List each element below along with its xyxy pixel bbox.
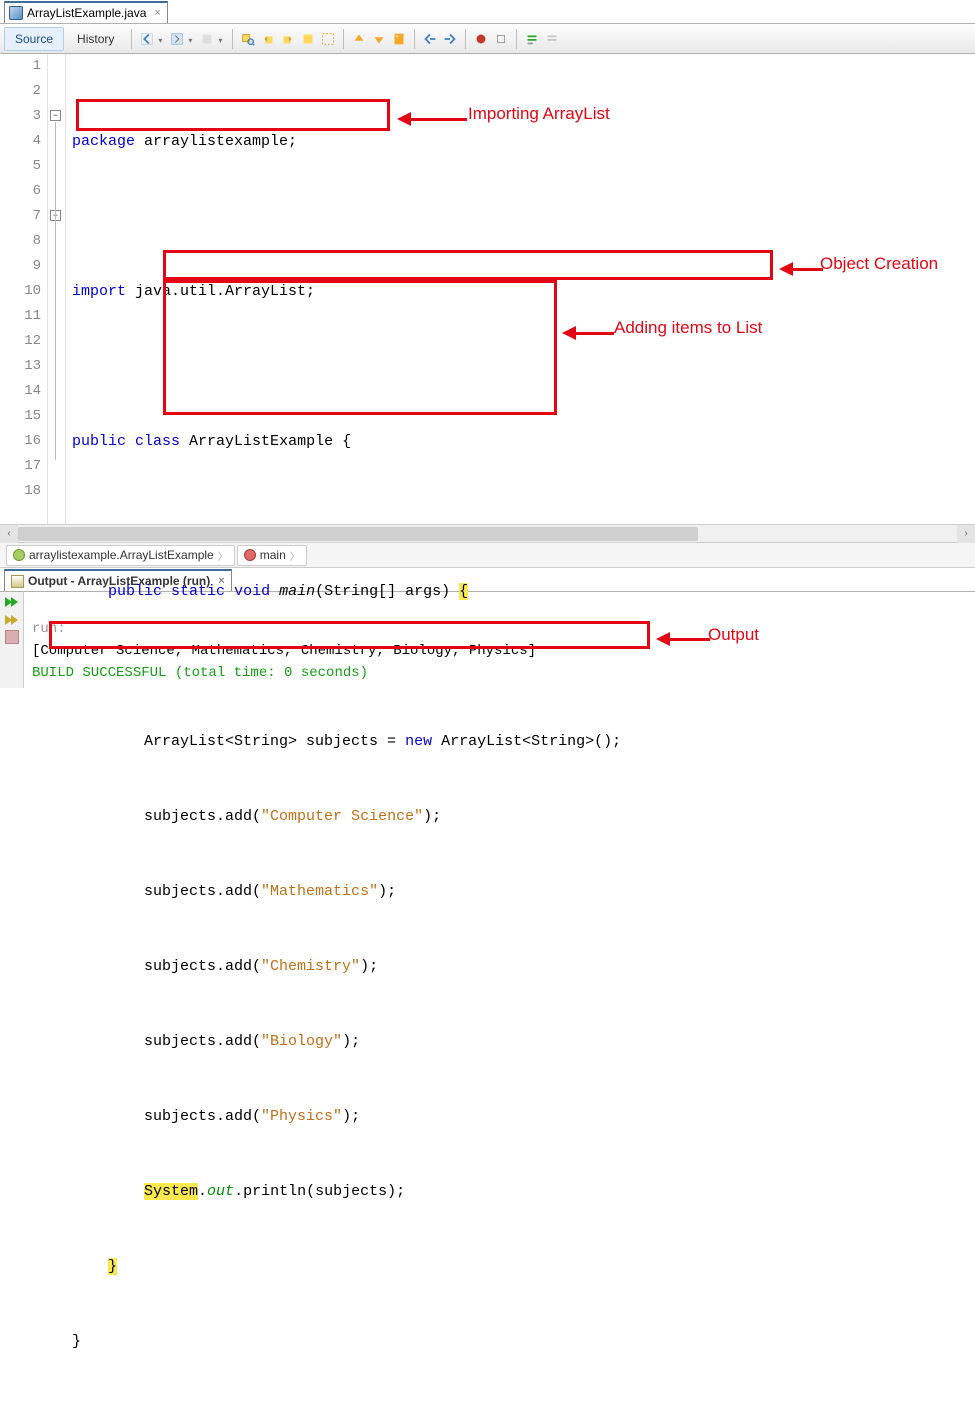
prev-bookmark-icon[interactable] bbox=[350, 30, 368, 48]
scroll-thumb[interactable] bbox=[18, 527, 698, 541]
scroll-right-button[interactable]: › bbox=[957, 525, 975, 543]
toggle-bookmark-icon[interactable] bbox=[390, 30, 408, 48]
dropdown-icon[interactable] bbox=[218, 32, 226, 46]
close-icon[interactable]: × bbox=[154, 7, 160, 19]
uncomment-icon[interactable] bbox=[543, 30, 561, 48]
separator bbox=[343, 29, 344, 49]
file-tab[interactable]: ArrayListExample.java × bbox=[4, 1, 168, 23]
toggle-highlight-icon[interactable] bbox=[299, 30, 317, 48]
dropdown-icon[interactable] bbox=[158, 32, 166, 46]
dropdown-icon[interactable] bbox=[188, 32, 196, 46]
stop-macro-icon[interactable] bbox=[492, 30, 510, 48]
editor-tab-strip: ArrayListExample.java × bbox=[0, 0, 975, 24]
annotation-label: Importing ArrayList bbox=[468, 104, 610, 124]
output-gutter bbox=[0, 592, 24, 688]
class-icon bbox=[13, 549, 25, 561]
back-icon[interactable] bbox=[138, 30, 156, 48]
annotation-label: Adding items to List bbox=[614, 318, 762, 338]
separator bbox=[516, 29, 517, 49]
code-editor[interactable]: 123456789101112131415161718 − − package … bbox=[0, 54, 975, 524]
separator bbox=[465, 29, 466, 49]
rerun-icon[interactable] bbox=[4, 594, 20, 610]
selection-icon[interactable] bbox=[198, 30, 216, 48]
start-macro-icon[interactable] bbox=[472, 30, 490, 48]
find-selection-icon[interactable] bbox=[239, 30, 257, 48]
forward-icon[interactable] bbox=[168, 30, 186, 48]
java-file-icon bbox=[9, 6, 23, 20]
separator bbox=[414, 29, 415, 49]
fold-gutter: − − bbox=[48, 54, 66, 524]
annotation-label: Output bbox=[708, 625, 759, 645]
shift-left-icon[interactable] bbox=[421, 30, 439, 48]
output-panel: run: [Computer Science, Mathematics, Che… bbox=[0, 592, 975, 688]
next-bookmark-icon[interactable] bbox=[370, 30, 388, 48]
separator bbox=[131, 29, 132, 49]
source-mode-button[interactable]: Source bbox=[4, 27, 64, 51]
stop-icon[interactable] bbox=[5, 630, 19, 644]
annotation-label: Object Creation bbox=[820, 254, 938, 274]
rerun-debug-icon[interactable] bbox=[4, 612, 20, 628]
separator bbox=[232, 29, 233, 49]
output-line: [Computer Science, Mathematics, Chemistr… bbox=[32, 643, 536, 659]
output-icon bbox=[11, 575, 24, 588]
toggle-rect-icon[interactable] bbox=[319, 30, 337, 48]
find-prev-icon[interactable] bbox=[259, 30, 277, 48]
line-number-gutter: 123456789101112131415161718 bbox=[0, 54, 48, 524]
output-text[interactable]: run: [Computer Science, Mathematics, Che… bbox=[24, 592, 975, 688]
comment-icon[interactable] bbox=[523, 30, 541, 48]
shift-right-icon[interactable] bbox=[441, 30, 459, 48]
file-tab-label: ArrayListExample.java bbox=[27, 6, 146, 20]
find-next-icon[interactable] bbox=[279, 30, 297, 48]
scroll-left-button[interactable]: ‹ bbox=[0, 525, 18, 543]
fold-toggle[interactable]: − bbox=[50, 110, 61, 121]
editor-toolbar: Source History bbox=[0, 24, 975, 54]
horizontal-scrollbar[interactable]: ‹ › bbox=[0, 524, 975, 542]
code-area[interactable]: package arraylistexample; import java.ut… bbox=[66, 54, 975, 524]
history-mode-button[interactable]: History bbox=[66, 27, 125, 51]
